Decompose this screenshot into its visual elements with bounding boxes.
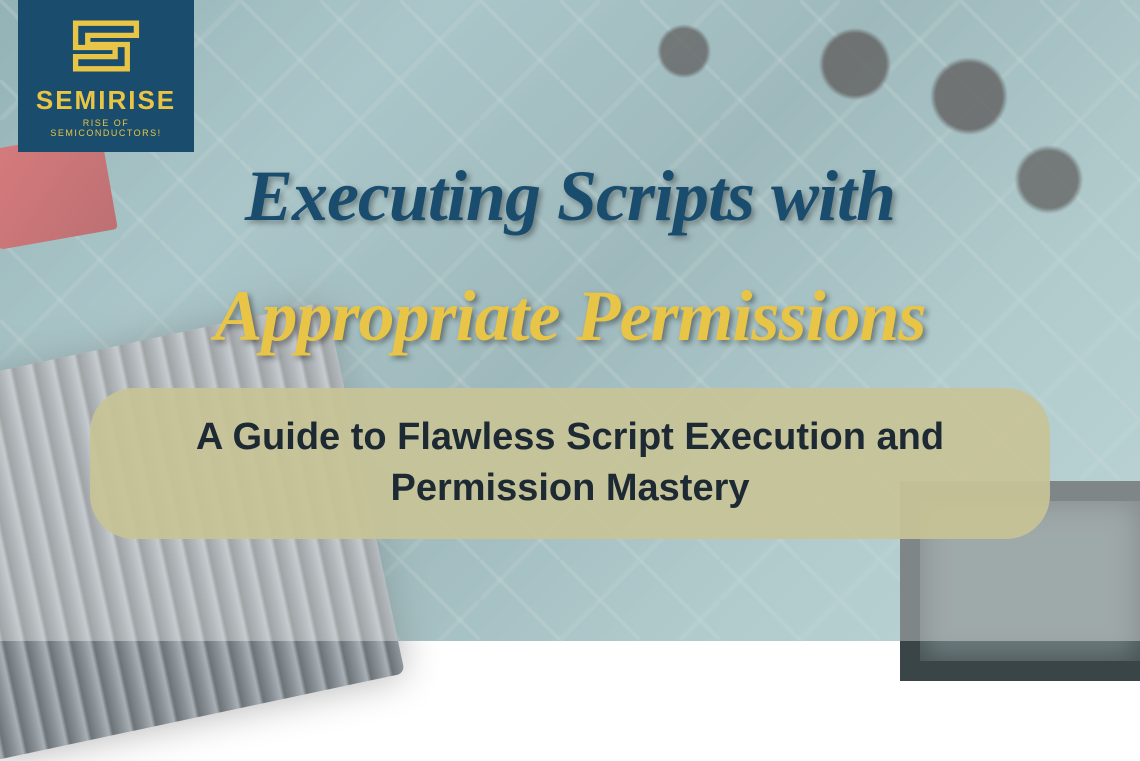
headline-line-1: Executing Scripts with [245,160,895,232]
headline-line-2: Appropriate Permissions [214,280,925,352]
hero-banner: SEMIRISE RISE OF SEMICONDUCTORS! Executi… [0,0,1140,641]
content-area: Executing Scripts with Appropriate Permi… [0,0,1140,641]
subtitle-text: A Guide to Flawless Script Execution and… [150,412,990,515]
subtitle-pill: A Guide to Flawless Script Execution and… [90,388,1050,539]
